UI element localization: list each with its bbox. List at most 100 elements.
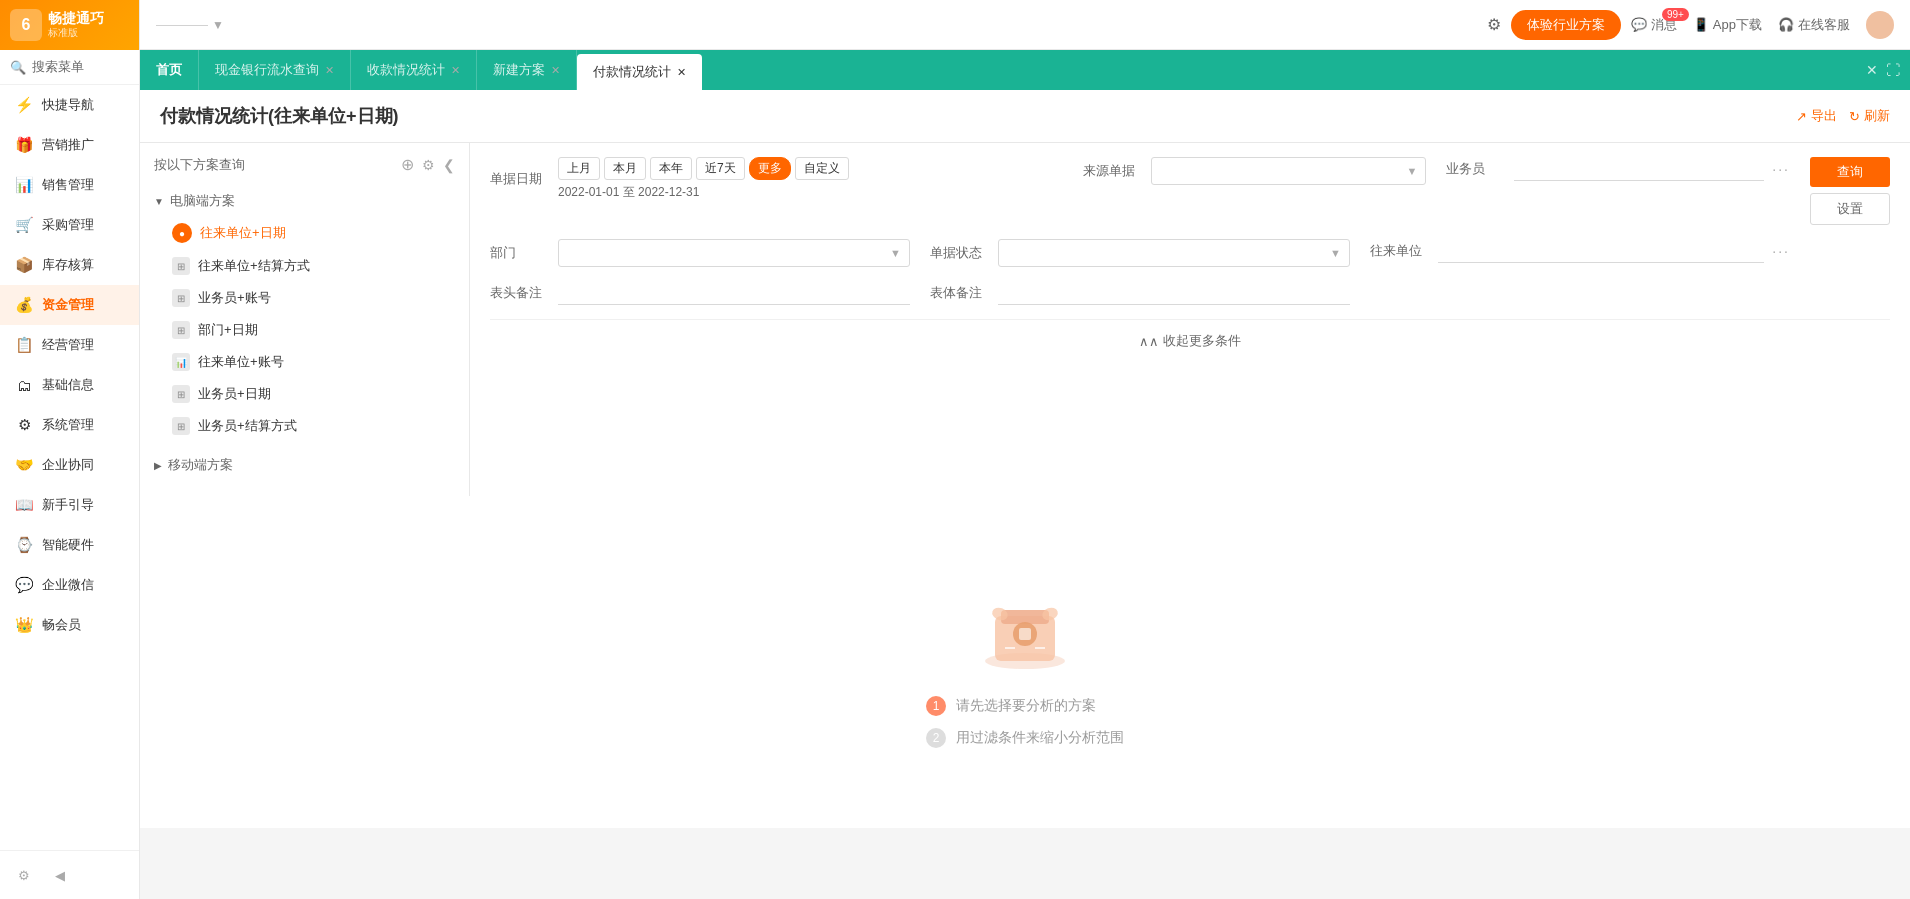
tab-new-scheme[interactable]: 新建方案 ✕ bbox=[477, 50, 577, 90]
tab-home[interactable]: 首页 bbox=[140, 50, 199, 90]
scheme-staff-settle-label: 业务员+结算方式 bbox=[198, 417, 297, 435]
collapse-label: 收起更多条件 bbox=[1163, 332, 1241, 350]
filter-sidebar-controls: ⊕ ⚙ ❮ bbox=[401, 155, 455, 174]
trial-btn[interactable]: 体验行业方案 bbox=[1511, 10, 1621, 40]
message-icon: 💬 bbox=[1631, 17, 1647, 32]
page-title: 付款情况统计(往来单位+日期) bbox=[160, 104, 399, 128]
add-scheme-icon[interactable]: ⊕ bbox=[401, 155, 414, 174]
scheme-unit-settle-label: 往来单位+结算方式 bbox=[198, 257, 310, 275]
online-service-action[interactable]: 🎧 在线客服 bbox=[1778, 16, 1850, 34]
sidebar-item-wechat[interactable]: 💬 企业微信 bbox=[0, 565, 139, 605]
filter-row-3: 表头备注 表体备注 bbox=[490, 281, 1890, 305]
export-btn[interactable]: ↗ 导出 bbox=[1796, 107, 1837, 125]
staff-dots-icon[interactable]: ··· bbox=[1772, 161, 1790, 177]
scheme-unit-date-icon: ● bbox=[172, 223, 192, 243]
date-label: 单据日期 bbox=[490, 170, 550, 188]
scheme-settings-icon[interactable]: ⚙ bbox=[422, 157, 435, 173]
sidebar-item-sales[interactable]: 📊 销售管理 bbox=[0, 165, 139, 205]
collapse-sidebar-arrow[interactable]: ❮ bbox=[443, 157, 455, 173]
desktop-scheme-title[interactable]: ▼ 电脑端方案 bbox=[140, 186, 469, 216]
collapse-btn[interactable]: ∧∧ 收起更多条件 bbox=[1139, 332, 1241, 350]
empty-step-2: 2 用过滤条件来缩小分析范围 bbox=[926, 728, 1124, 748]
sidebar-item-label: 销售管理 bbox=[42, 176, 94, 194]
doc-status-field: 单据状态 ▼ bbox=[930, 239, 1350, 267]
operation-icon: 📋 bbox=[14, 335, 34, 355]
collapse-sidebar-icon[interactable]: ◀ bbox=[46, 861, 74, 889]
scheme-unit-account[interactable]: 📊 往来单位+账号 bbox=[140, 346, 469, 378]
user-avatar[interactable] bbox=[1866, 11, 1894, 39]
sidebar-item-operation[interactable]: 📋 经营管理 bbox=[0, 325, 139, 365]
query-btn[interactable]: 查询 bbox=[1810, 157, 1890, 187]
sidebar-item-member[interactable]: 👑 畅会员 bbox=[0, 605, 139, 645]
sidebar-item-corp[interactable]: 🤝 企业协同 bbox=[0, 445, 139, 485]
staff-input[interactable] bbox=[1514, 157, 1764, 181]
date-last-month-btn[interactable]: 上月 bbox=[558, 157, 600, 180]
filter-sidebar-title: 按以下方案查询 bbox=[154, 156, 245, 174]
filter-panel: 按以下方案查询 ⊕ ⚙ ❮ ▼ 电脑端方案 ● 往来单位+日期 bbox=[140, 143, 1910, 496]
tab-bar: 首页 现金银行流水查询 ✕ 收款情况统计 ✕ 新建方案 ✕ 付款情况统计 ✕ ✕… bbox=[140, 50, 1910, 90]
partner-dots-icon[interactable]: ··· bbox=[1772, 243, 1790, 259]
date-this-year-btn[interactable]: 本年 bbox=[650, 157, 692, 180]
scheme-staff-date-icon: ⊞ bbox=[172, 385, 190, 403]
dept-select[interactable]: ▼ bbox=[558, 239, 910, 267]
date-custom-btn[interactable]: 自定义 bbox=[795, 157, 849, 180]
scheme-unit-account-icon: 📊 bbox=[172, 353, 190, 371]
tab-close-icon[interactable]: ✕ bbox=[1866, 62, 1878, 78]
source-field: 来源单据 ▼ bbox=[1083, 157, 1427, 185]
settings-form-btn[interactable]: 设置 bbox=[1810, 193, 1890, 225]
sidebar-item-guide[interactable]: 📖 新手引导 bbox=[0, 485, 139, 525]
refresh-btn[interactable]: ↻ 刷新 bbox=[1849, 107, 1890, 125]
scheme-dept-date[interactable]: ⊞ 部门+日期 bbox=[140, 314, 469, 346]
scheme-unit-settle[interactable]: ⊞ 往来单位+结算方式 bbox=[140, 250, 469, 282]
service-icon: 🎧 bbox=[1778, 17, 1794, 32]
sidebar-item-marketing[interactable]: 🎁 营销推广 bbox=[0, 125, 139, 165]
tab-new-scheme-close[interactable]: ✕ bbox=[551, 64, 560, 77]
date-range-display: 2022-01-01 至 2022-12-31 bbox=[558, 184, 849, 201]
scheme-unit-date[interactable]: ● 往来单位+日期 bbox=[140, 216, 469, 250]
date-this-month-btn[interactable]: 本月 bbox=[604, 157, 646, 180]
export-icon: ↗ bbox=[1796, 109, 1807, 124]
sidebar-item-capital[interactable]: 💰 资金管理 bbox=[0, 285, 139, 325]
sidebar-search[interactable]: 🔍 搜索菜单 bbox=[0, 50, 139, 85]
tab-payment-label: 付款情况统计 bbox=[593, 63, 671, 81]
doc-status-select[interactable]: ▼ bbox=[998, 239, 1350, 267]
capital-icon: 💰 bbox=[14, 295, 34, 315]
tab-bank[interactable]: 现金银行流水查询 ✕ bbox=[199, 50, 351, 90]
header-settings-icon[interactable]: ⚙ bbox=[1487, 15, 1501, 34]
top-header: ———— ▼ ⚙ 体验行业方案 💬 消息 99+ 📱 App下载 🎧 在线客服 bbox=[140, 0, 1910, 50]
tab-receipt-close[interactable]: ✕ bbox=[451, 64, 460, 77]
message-action[interactable]: 💬 消息 99+ bbox=[1631, 16, 1677, 34]
sidebar-item-label: 智能硬件 bbox=[42, 536, 94, 554]
sidebar-item-purchase[interactable]: 🛒 采购管理 bbox=[0, 205, 139, 245]
logo-sub: 标准版 bbox=[48, 26, 104, 40]
sidebar-item-base[interactable]: 🗂 基础信息 bbox=[0, 365, 139, 405]
app-download-action[interactable]: 📱 App下载 bbox=[1693, 16, 1762, 34]
sidebar-item-label: 资金管理 bbox=[42, 296, 94, 314]
mobile-scheme-title[interactable]: ▶ 移动端方案 bbox=[140, 450, 469, 480]
scheme-dept-date-icon: ⊞ bbox=[172, 321, 190, 339]
tab-receipt[interactable]: 收款情况统计 ✕ bbox=[351, 50, 477, 90]
sidebar-item-label: 采购管理 bbox=[42, 216, 94, 234]
tab-payment[interactable]: 付款情况统计 ✕ bbox=[577, 54, 702, 90]
sidebar-item-hardware[interactable]: ⌚ 智能硬件 bbox=[0, 525, 139, 565]
sidebar-item-system[interactable]: ⚙ 系统管理 bbox=[0, 405, 139, 445]
refresh-label: 刷新 bbox=[1864, 107, 1890, 125]
step-2-text: 用过滤条件来缩小分析范围 bbox=[956, 729, 1124, 747]
body-note-input[interactable] bbox=[998, 281, 1350, 305]
partner-input[interactable] bbox=[1438, 239, 1764, 263]
tab-expand-icon[interactable]: ⛶ bbox=[1886, 62, 1900, 78]
scheme-staff-account[interactable]: ⊞ 业务员+账号 bbox=[140, 282, 469, 314]
scheme-staff-settle[interactable]: ⊞ 业务员+结算方式 bbox=[140, 410, 469, 442]
date-7days-btn[interactable]: 近7天 bbox=[696, 157, 745, 180]
sidebar-item-quick-nav[interactable]: ⚡ 快捷导航 bbox=[0, 85, 139, 125]
filter-row-1: 单据日期 上月 本月 本年 近7天 更多 自定义 2022-01-01 至 20… bbox=[490, 157, 1890, 225]
settings-bottom-icon[interactable]: ⚙ bbox=[10, 861, 38, 889]
scheme-staff-date[interactable]: ⊞ 业务员+日期 bbox=[140, 378, 469, 410]
sidebar-item-inventory[interactable]: 📦 库存核算 bbox=[0, 245, 139, 285]
tab-bank-close[interactable]: ✕ bbox=[325, 64, 334, 77]
tab-payment-close[interactable]: ✕ bbox=[677, 66, 686, 79]
date-more-btn[interactable]: 更多 bbox=[749, 157, 791, 180]
scheme-staff-account-icon: ⊞ bbox=[172, 289, 190, 307]
source-select[interactable]: ▼ bbox=[1151, 157, 1427, 185]
header-note-input[interactable] bbox=[558, 281, 910, 305]
